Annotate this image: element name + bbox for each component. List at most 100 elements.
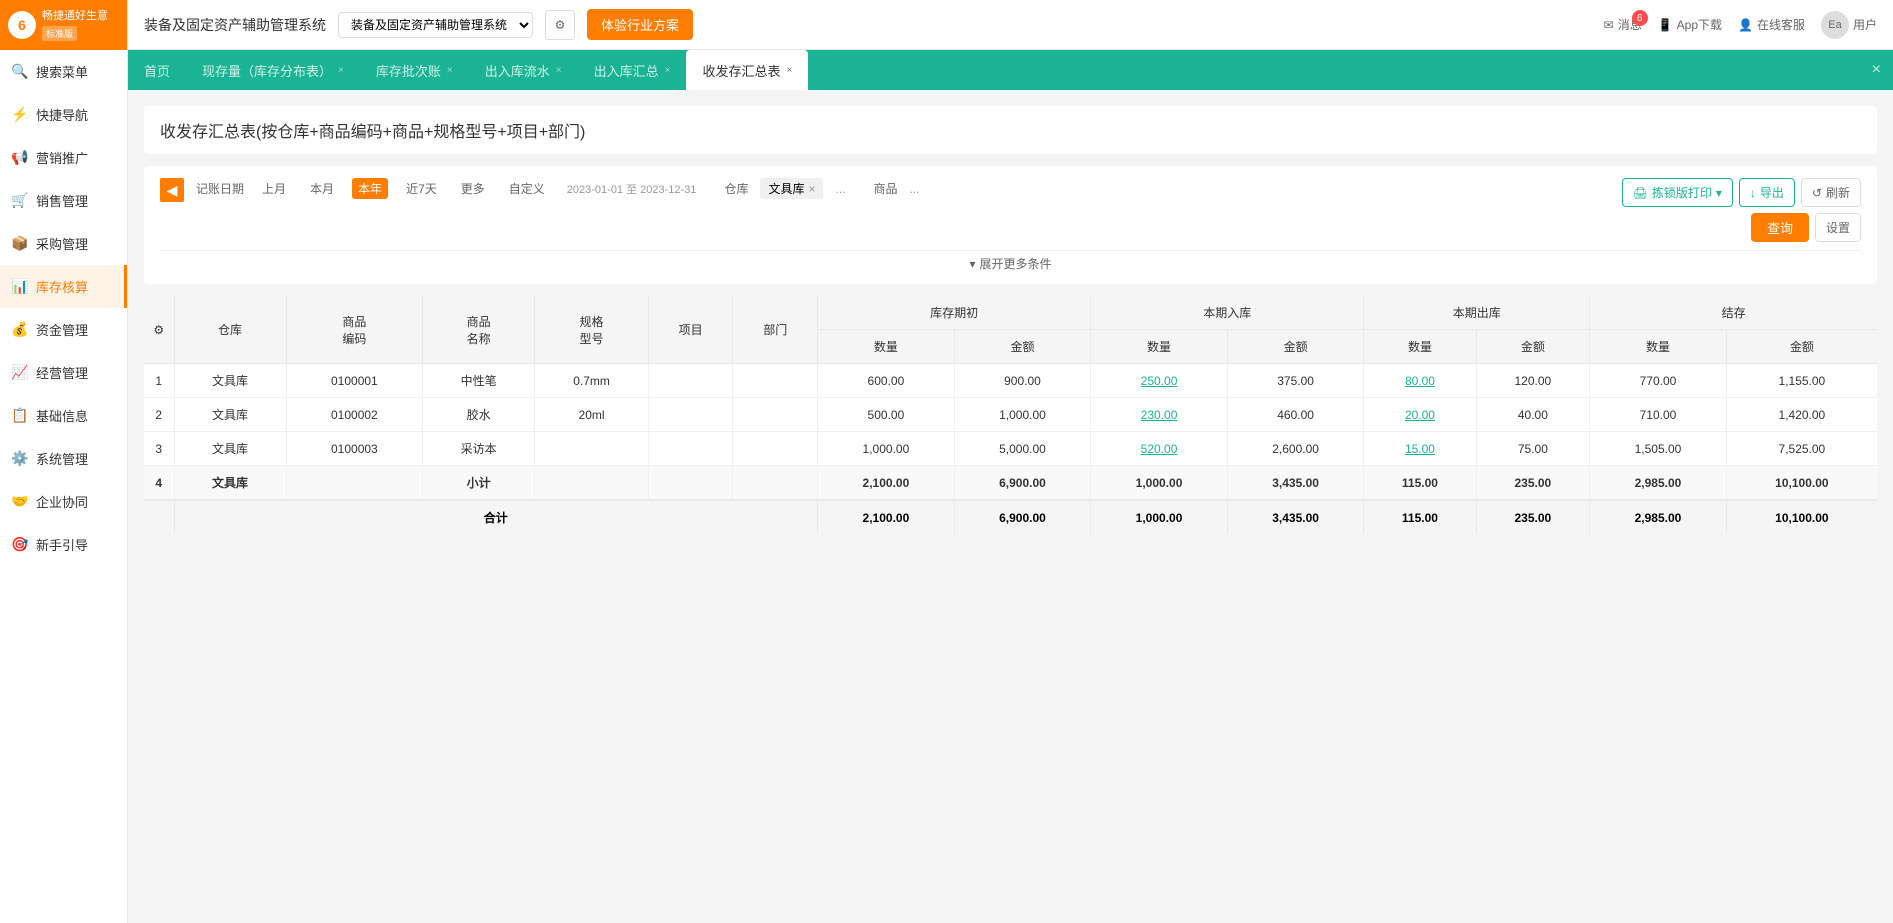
system-select[interactable]: 装备及固定资产辅助管理系统 [338,12,533,38]
refresh-button[interactable]: ↺ 刷新 [1801,178,1861,207]
cell-out-qty[interactable]: 20.00 [1364,398,1476,432]
sidebar-item-label-quick-nav: 快捷导航 [36,105,88,124]
sales-icon: 🛒 [12,193,28,209]
cell-out-qty[interactable]: 15.00 [1364,432,1476,466]
cell-closing-qty: 770.00 [1590,364,1727,398]
cell-department [733,432,818,466]
cell-goods-code: 0100003 [286,432,423,466]
cell-project [648,432,733,466]
tab-close-in-out-flow[interactable]: × [556,65,562,76]
tab-close-stock-dist[interactable]: × [338,65,344,76]
gear-button[interactable]: ⚙ [545,10,575,40]
sidebar-item-marketing[interactable]: 📢 营销推广 [0,136,127,179]
goods-filter-label: 商品 [874,180,898,197]
th-in-amt: 金额 [1227,330,1364,364]
sidebar-item-quick-nav[interactable]: ⚡ 快捷导航 [0,93,127,136]
print-button[interactable]: 🖨 拣锁版打印 ▾ [1622,178,1733,207]
cell-in-qty[interactable]: 250.00 [1091,364,1228,398]
tab-in-out-flow[interactable]: 出入库流水 × [469,50,578,90]
logo-text: 畅捷通好生意 [42,9,108,23]
export-button[interactable]: ↓ 导出 [1739,178,1795,207]
warehouse-more-btn[interactable]: ... [835,182,845,196]
tab-in-out-summary[interactable]: 出入库汇总 × [578,50,687,90]
tab-bar-close-button[interactable]: × [1872,61,1893,79]
page-title: 收发存汇总表(按仓库+商品编码+商品+规格型号+项目+部门) [160,124,585,141]
sidebar: 6 畅捷通好生意 标准版 🔍 搜索菜单 ⚡ 快捷导航 📢 营销推广 🛒 销售管理… [0,0,128,923]
purchase-icon: 📦 [12,236,28,252]
online-service-item[interactable]: 👤 在线客服 [1738,16,1805,33]
cell-goods-code: 0100002 [286,398,423,432]
cell-goods-spec: 0.7mm [535,364,649,398]
cell-opening-amt: 6,900.00 [954,466,1091,501]
sidebar-item-label-enterprise: 企业协同 [36,492,88,511]
expand-icon: ▾ [969,257,975,271]
th-gear[interactable]: ⚙ [144,296,174,364]
query-button[interactable]: 查询 [1751,213,1809,242]
trial-button[interactable]: 体验行业方案 [587,9,693,40]
page-title-bar: 收发存汇总表(按仓库+商品编码+商品+规格型号+项目+部门) [144,106,1877,154]
tab-close-recv-send-summary[interactable]: × [786,65,792,76]
user-label: 用户 [1853,16,1877,33]
tab-recv-send-summary[interactable]: 收发存汇总表 × [686,50,808,90]
date-option-this-year[interactable]: 本年 [352,178,388,199]
tab-batch-ledger[interactable]: 库存批次账 × [360,50,469,90]
service-icon: 👤 [1738,18,1753,32]
chevron-down-icon: ▾ [1716,186,1722,200]
sidebar-item-business[interactable]: 📈 经营管理 [0,351,127,394]
cell-in-qty[interactable]: 230.00 [1091,398,1228,432]
sidebar-item-guide[interactable]: 🎯 新手引导 [0,523,127,566]
date-option-7days[interactable]: 近7天 [400,178,443,199]
date-option-last-month[interactable]: 上月 [256,178,292,199]
sidebar-item-system[interactable]: ⚙️ 系统管理 [0,437,127,480]
tab-stock-dist[interactable]: 现存量（库存分布表） × [186,50,360,90]
settings-button[interactable]: 设置 [1815,213,1861,242]
warehouse-tag: 文具库 × [760,178,823,199]
sidebar-item-finance[interactable]: 💰 资金管理 [0,308,127,351]
cell-goods-spec [535,466,649,501]
cell-out-qty[interactable]: 80.00 [1364,364,1476,398]
messages-item[interactable]: ✉ 消息 6 [1604,16,1642,33]
tab-home[interactable]: 首页 [128,50,186,90]
cell-closing-qty: 1,505.00 [1590,432,1727,466]
goods-more-btn[interactable]: ... [910,182,920,196]
sidebar-item-sales[interactable]: 🛒 销售管理 [0,179,127,222]
date-option-more[interactable]: 更多 [455,178,491,199]
phone-icon: 📱 [1658,18,1673,32]
cell-in-qty[interactable]: 520.00 [1091,432,1228,466]
app-download-label: App下载 [1677,16,1722,33]
expand-more-btn[interactable]: ▾ 展开更多条件 [160,250,1861,272]
sidebar-item-enterprise[interactable]: 🤝 企业协同 [0,480,127,523]
app-download-item[interactable]: 📱 App下载 [1658,16,1722,33]
sidebar-item-search[interactable]: 🔍 搜索菜单 [0,50,127,93]
date-option-custom[interactable]: 自定义 [503,178,551,199]
warehouse-tag-close[interactable]: × [808,182,815,196]
tab-close-batch-ledger[interactable]: × [447,65,453,76]
cell-in-amt: 460.00 [1227,398,1364,432]
basic-info-icon: 📋 [12,408,28,424]
top-header: 装备及固定资产辅助管理系统 装备及固定资产辅助管理系统 ⚙ 体验行业方案 ✉ 消… [128,0,1893,50]
tab-label-recv-send-summary: 收发存汇总表 [702,61,780,80]
sidebar-item-label-finance: 资金管理 [36,320,88,339]
cell-opening-amt: 1,000.00 [954,398,1091,432]
cell-closing-qty: 710.00 [1590,398,1727,432]
cell-warehouse: 文具库 [174,364,286,398]
sidebar-item-inventory[interactable]: 📊 库存核算 [0,265,127,308]
th-opening-amt: 金额 [954,330,1091,364]
filter-collapse-button[interactable]: ◀ [160,178,184,202]
print-icon: 🖨 [1633,186,1648,200]
date-range-display: 2023-01-01 至 2023-12-31 [567,181,697,197]
sidebar-item-basic-info[interactable]: 📋 基础信息 [0,394,127,437]
date-option-this-month[interactable]: 本月 [304,178,340,199]
th-opening-group: 库存期初 [818,296,1091,330]
cell-warehouse: 文具库 [174,466,286,501]
sidebar-item-purchase[interactable]: 📦 采购管理 [0,222,127,265]
cell-opening-qty: 1,000.00 [818,432,955,466]
export-icon: ↓ [1750,186,1756,200]
footer-in-amt: 3,435.00 [1227,500,1364,534]
th-out-group: 本期出库 [1364,296,1590,330]
tab-close-in-out-summary[interactable]: × [665,65,671,76]
user-item[interactable]: Ea 用户 [1821,11,1877,39]
sidebar-item-label-purchase: 采购管理 [36,234,88,253]
th-project: 项目 [648,296,733,364]
filter-main-row: ◀ 记账日期 上月 本月 本年 近7天 更多 自定义 2023-01-01 至 … [160,178,1861,242]
